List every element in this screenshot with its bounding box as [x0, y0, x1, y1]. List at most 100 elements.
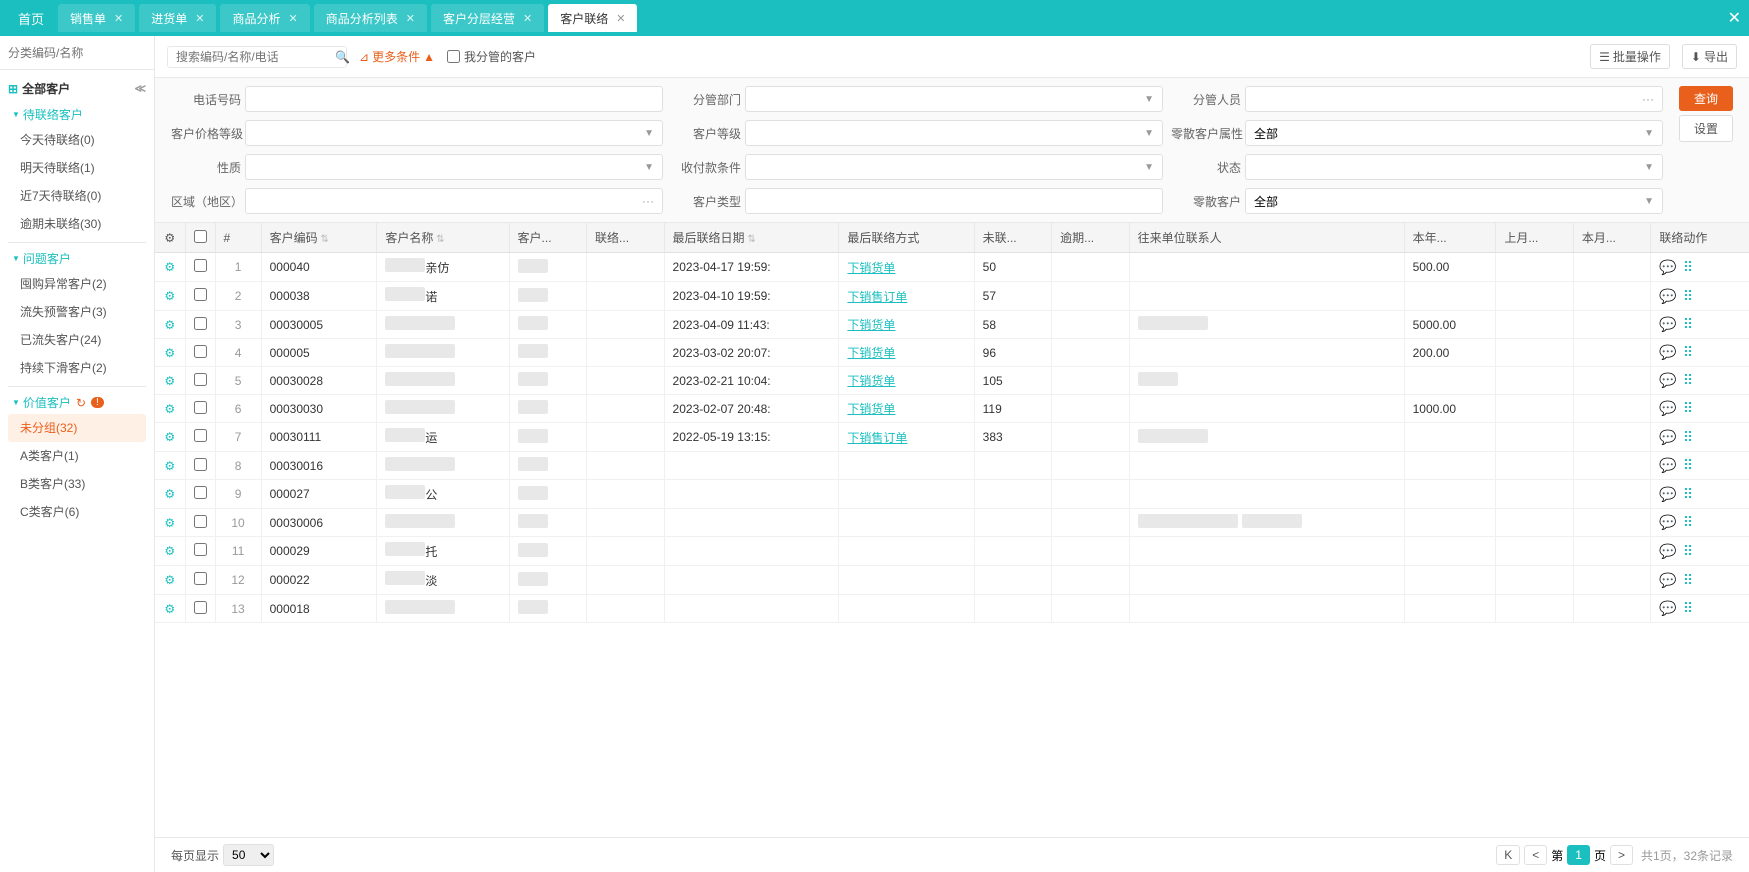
row-checkbox[interactable]	[194, 259, 207, 272]
close-analysis-list-tab[interactable]: ✕	[406, 12, 415, 25]
nav-tab-analysis-list[interactable]: 商品分析列表 ✕	[314, 4, 427, 32]
pending-contact-title[interactable]: ▼ 待联络客户	[8, 103, 146, 126]
first-page-btn[interactable]: K	[1496, 845, 1520, 865]
row-checkbox[interactable]	[194, 572, 207, 585]
th-check[interactable]	[185, 223, 215, 253]
th-last-date[interactable]: 最后联络日期	[664, 223, 839, 253]
close-sales-tab[interactable]: ✕	[114, 12, 123, 25]
last-method-link[interactable]: 下销货单	[847, 318, 895, 332]
close-purchase-tab[interactable]: ✕	[195, 12, 204, 25]
last-method-link[interactable]: 下销售订单	[847, 290, 907, 304]
sidebar-item-abnormal[interactable]: 囤购异常客户(2)	[8, 270, 146, 298]
contact-action-icon[interactable]: 💬	[1659, 600, 1676, 617]
close-customer-tier-tab[interactable]: ✕	[523, 12, 532, 25]
price-level-select[interactable]: ▼	[245, 120, 663, 146]
sidebar-item-ungrouped[interactable]: 未分组(32)	[8, 414, 146, 442]
sidebar-item-churn-warning[interactable]: 流失预警客户(3)	[8, 298, 146, 326]
row-gear-icon[interactable]: ⚙	[164, 402, 175, 416]
close-analysis-tab[interactable]: ✕	[289, 12, 298, 25]
per-page-select[interactable]: 20 50 100	[223, 844, 274, 866]
row-last-method[interactable]: 下销货单	[839, 311, 974, 339]
more-action-icon[interactable]: ⠿	[1683, 288, 1693, 305]
row-checkbox[interactable]	[194, 486, 207, 499]
customer-level-select[interactable]: ▼	[745, 120, 1163, 146]
more-action-icon[interactable]: ⠿	[1683, 344, 1693, 361]
close-customer-contact-tab[interactable]: ✕	[616, 12, 625, 25]
scatter-attr-select[interactable]: 全部▼	[1245, 120, 1663, 146]
row-last-method[interactable]	[839, 452, 974, 480]
nav-tab-analysis[interactable]: 商品分析 ✕	[220, 4, 309, 32]
contact-action-icon[interactable]: 💬	[1659, 514, 1676, 531]
row-gear-icon[interactable]: ⚙	[164, 346, 175, 360]
more-action-icon[interactable]: ⠿	[1683, 259, 1693, 276]
sidebar-item-class-c[interactable]: C类客户(6)	[8, 498, 146, 526]
region-input[interactable]: ···	[245, 188, 663, 214]
row-gear-icon[interactable]: ⚙	[164, 374, 175, 388]
row-last-method[interactable]: 下销售订单	[839, 423, 974, 452]
prev-page-btn[interactable]: <	[1524, 845, 1547, 865]
contact-action-icon[interactable]: 💬	[1659, 400, 1676, 417]
manager-input[interactable]: ···	[1245, 86, 1663, 112]
contact-action-icon[interactable]: 💬	[1659, 288, 1676, 305]
scatter-customer-select[interactable]: 全部▼	[1245, 188, 1663, 214]
row-last-method[interactable]: 下销货单	[839, 395, 974, 423]
last-method-link[interactable]: 下销货单	[847, 402, 895, 416]
row-checkbox[interactable]	[194, 429, 207, 442]
row-last-method[interactable]	[839, 480, 974, 509]
row-last-method[interactable]: 下销货单	[839, 367, 974, 395]
row-last-method[interactable]: 下销货单	[839, 339, 974, 367]
contact-action-icon[interactable]: 💬	[1659, 457, 1676, 474]
sidebar-item-7days[interactable]: 近7天待联络(0)	[8, 182, 146, 210]
more-action-icon[interactable]: ⠿	[1683, 316, 1693, 333]
row-last-method[interactable]	[839, 595, 974, 623]
nav-home[interactable]: 首页	[8, 9, 54, 28]
row-gear-icon[interactable]: ⚙	[164, 318, 175, 332]
row-gear-icon[interactable]: ⚙	[164, 602, 175, 616]
row-checkbox[interactable]	[194, 288, 207, 301]
row-checkbox[interactable]	[194, 373, 207, 386]
sidebar-item-today[interactable]: 今天待联络(0)	[8, 126, 146, 154]
contact-action-icon[interactable]: 💬	[1659, 429, 1676, 446]
row-gear-icon[interactable]: ⚙	[164, 459, 175, 473]
row-checkbox[interactable]	[194, 401, 207, 414]
filter-search-icon[interactable]: 🔍	[335, 50, 350, 64]
select-all-checkbox[interactable]	[194, 230, 207, 243]
export-btn[interactable]: ⬇ 导出	[1682, 44, 1737, 69]
nature-select[interactable]: ▼	[245, 154, 663, 180]
more-action-icon[interactable]: ⠿	[1683, 457, 1693, 474]
th-gear[interactable]: ⚙	[155, 223, 185, 253]
row-checkbox[interactable]	[194, 543, 207, 556]
row-checkbox[interactable]	[194, 345, 207, 358]
th-code[interactable]: 客户编码	[261, 223, 377, 253]
sidebar-search-input[interactable]	[8, 46, 155, 60]
more-action-icon[interactable]: ⠿	[1683, 572, 1693, 589]
current-page-btn[interactable]: 1	[1567, 845, 1590, 865]
value-customers-title[interactable]: ▼ 价值客户 ↻ !	[8, 391, 146, 414]
batch-op-btn[interactable]: ☰ 批量操作	[1590, 44, 1670, 69]
customer-type-input[interactable]	[745, 188, 1163, 214]
more-action-icon[interactable]: ⠿	[1683, 400, 1693, 417]
row-checkbox[interactable]	[194, 515, 207, 528]
contact-action-icon[interactable]: 💬	[1659, 372, 1676, 389]
my-customers-checkbox[interactable]	[447, 50, 460, 63]
row-checkbox[interactable]	[194, 317, 207, 330]
row-last-method[interactable]	[839, 566, 974, 595]
nav-tab-sales[interactable]: 销售单 ✕	[58, 4, 135, 32]
refresh-icon[interactable]: ↻	[76, 396, 86, 410]
query-button[interactable]: 查询	[1679, 86, 1733, 111]
nav-tab-customer-contact[interactable]: 客户联络 ✕	[548, 4, 637, 32]
nav-tab-customer-tier[interactable]: 客户分层经营 ✕	[431, 4, 544, 32]
status-select[interactable]: ▼	[1245, 154, 1663, 180]
sidebar-item-churned[interactable]: 已流失客户(24)	[8, 326, 146, 354]
last-method-link[interactable]: 下销售订单	[847, 431, 907, 445]
row-last-method[interactable]	[839, 537, 974, 566]
row-gear-icon[interactable]: ⚙	[164, 260, 175, 274]
row-gear-icon[interactable]: ⚙	[164, 573, 175, 587]
row-gear-icon[interactable]: ⚙	[164, 487, 175, 501]
more-action-icon[interactable]: ⠿	[1683, 486, 1693, 503]
contact-action-icon[interactable]: 💬	[1659, 316, 1676, 333]
sidebar-item-class-b[interactable]: B类客户(33)	[8, 470, 146, 498]
contact-action-icon[interactable]: 💬	[1659, 344, 1676, 361]
all-customers-title[interactable]: ⊞ 全部客户 ≪	[8, 76, 146, 101]
more-action-icon[interactable]: ⠿	[1683, 514, 1693, 531]
